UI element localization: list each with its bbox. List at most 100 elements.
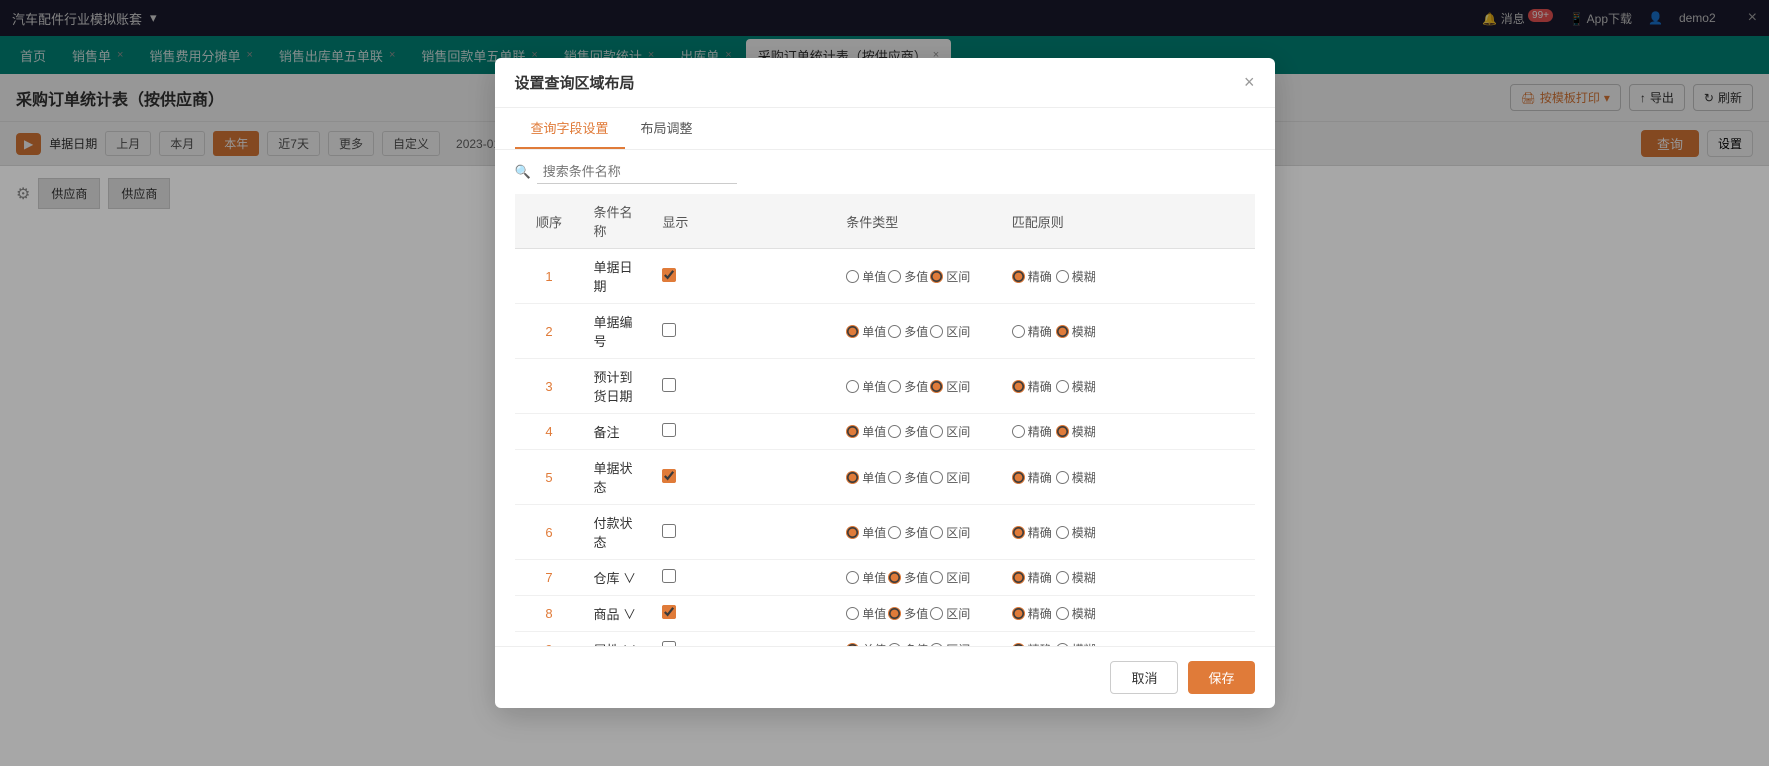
modal-tab-layout[interactable]: 布局调整 <box>625 108 709 149</box>
row-type[interactable]: 单值多值区间 <box>836 632 1002 647</box>
type-radio[interactable] <box>888 571 901 584</box>
modal-tab-layout-label: 布局调整 <box>641 121 693 136</box>
row-type[interactable]: 单值多值区间 <box>836 560 1002 596</box>
type-radio[interactable] <box>930 471 943 484</box>
table-row: 7仓库 ∨单值多值区间精确模糊 <box>515 560 1255 596</box>
match-option-label: 模糊 <box>1072 323 1096 340</box>
search-icon: 🔍 <box>515 164 531 180</box>
display-checkbox[interactable] <box>662 605 676 619</box>
row-display[interactable] <box>652 596 836 632</box>
display-checkbox[interactable] <box>662 323 676 337</box>
row-type[interactable]: 单值多值区间 <box>836 596 1002 632</box>
type-radio[interactable] <box>846 325 859 338</box>
display-checkbox[interactable] <box>662 423 676 437</box>
modal-tabs: 查询字段设置 布局调整 <box>495 108 1275 150</box>
row-type[interactable]: 单值多值区间 <box>836 359 1002 414</box>
match-radio[interactable] <box>1056 325 1069 338</box>
row-match[interactable]: 精确模糊 <box>1002 249 1255 304</box>
match-radio[interactable] <box>1056 270 1069 283</box>
row-type[interactable]: 单值多值区间 <box>836 450 1002 505</box>
row-display[interactable] <box>652 560 836 596</box>
type-radio[interactable] <box>888 425 901 438</box>
row-match[interactable]: 精确 模糊 <box>1002 505 1255 560</box>
table-row: 2单据编号单值多值区间精确模糊 <box>515 304 1255 359</box>
table-row: 8商品 ∨单值多值区间精确模糊 <box>515 596 1255 632</box>
display-checkbox[interactable] <box>662 569 676 583</box>
row-display[interactable] <box>652 450 836 505</box>
match-radio[interactable] <box>1012 571 1025 584</box>
row-match[interactable]: 精确模糊 <box>1002 450 1255 505</box>
match-radio[interactable] <box>1012 325 1025 338</box>
type-radio[interactable] <box>930 425 943 438</box>
row-match[interactable]: 精确模糊 <box>1002 632 1255 647</box>
type-radio[interactable] <box>846 571 859 584</box>
type-radio[interactable] <box>930 607 943 620</box>
row-match[interactable]: 精确模糊 <box>1002 560 1255 596</box>
col-order: 顺序 <box>515 194 584 249</box>
match-radio[interactable] <box>1056 607 1069 620</box>
match-radio[interactable] <box>1012 425 1025 438</box>
match-option-label: 精确 <box>1028 323 1052 340</box>
type-radio[interactable] <box>888 270 901 283</box>
row-display[interactable] <box>652 304 836 359</box>
col-match: 匹配原则 <box>1002 194 1255 249</box>
match-radio[interactable] <box>1056 471 1069 484</box>
row-match[interactable]: 精确模糊 <box>1002 359 1255 414</box>
match-radio[interactable] <box>1056 425 1069 438</box>
type-radio[interactable] <box>888 526 901 539</box>
match-radio[interactable] <box>1056 526 1069 539</box>
row-type[interactable]: 单值多值区间 <box>836 414 1002 450</box>
modal-search-area: 🔍 <box>495 150 1275 194</box>
match-radio[interactable] <box>1012 471 1025 484</box>
row-display[interactable] <box>652 632 836 647</box>
row-type[interactable]: 单值多值区间 <box>836 304 1002 359</box>
match-option-label: 精确 <box>1028 605 1052 622</box>
type-radio[interactable] <box>846 425 859 438</box>
display-checkbox[interactable] <box>662 268 676 282</box>
row-match[interactable]: 精确模糊 <box>1002 414 1255 450</box>
display-checkbox[interactable] <box>662 378 676 392</box>
type-radio[interactable] <box>888 380 901 393</box>
row-display[interactable] <box>652 505 836 560</box>
match-radio[interactable] <box>1012 607 1025 620</box>
type-radio[interactable] <box>846 270 859 283</box>
row-type[interactable]: 单值多值区间 <box>836 249 1002 304</box>
row-display[interactable] <box>652 359 836 414</box>
row-match[interactable]: 精确 模糊 <box>1002 304 1255 359</box>
type-radio[interactable] <box>930 325 943 338</box>
save-button[interactable]: 保存 <box>1188 661 1254 694</box>
type-radio[interactable] <box>846 526 859 539</box>
match-option-label: 模糊 <box>1072 524 1096 541</box>
type-radio[interactable] <box>846 380 859 393</box>
type-radio[interactable] <box>930 571 943 584</box>
type-radio[interactable] <box>888 325 901 338</box>
display-checkbox[interactable] <box>662 469 676 483</box>
display-checkbox[interactable] <box>662 524 676 538</box>
type-option-label: 单值 <box>862 469 886 486</box>
match-radio[interactable] <box>1012 270 1025 283</box>
type-radio[interactable] <box>930 380 943 393</box>
type-radio[interactable] <box>846 607 859 620</box>
row-type[interactable]: 单值多值区间 <box>836 505 1002 560</box>
col-name: 条件名称 <box>583 194 652 249</box>
row-match[interactable]: 精确模糊 <box>1002 596 1255 632</box>
modal: 设置查询区域布局 × 查询字段设置 布局调整 🔍 顺序 条件名称 <box>495 58 1275 708</box>
type-radio[interactable] <box>930 526 943 539</box>
row-display[interactable] <box>652 249 836 304</box>
row-name: 单据日期 <box>583 249 652 304</box>
modal-close-button[interactable]: × <box>1244 72 1255 93</box>
row-name: 仓库 ∨ <box>583 560 652 596</box>
type-radio[interactable] <box>888 607 901 620</box>
row-display[interactable] <box>652 414 836 450</box>
modal-search-input[interactable] <box>537 160 737 184</box>
type-radio[interactable] <box>846 471 859 484</box>
cancel-button[interactable]: 取消 <box>1110 661 1178 694</box>
match-radio[interactable] <box>1056 380 1069 393</box>
match-radio[interactable] <box>1012 526 1025 539</box>
match-option-label: 精确 <box>1028 524 1052 541</box>
type-radio[interactable] <box>930 270 943 283</box>
match-radio[interactable] <box>1056 571 1069 584</box>
match-radio[interactable] <box>1012 380 1025 393</box>
modal-tab-query-fields[interactable]: 查询字段设置 <box>515 108 625 149</box>
type-radio[interactable] <box>888 471 901 484</box>
